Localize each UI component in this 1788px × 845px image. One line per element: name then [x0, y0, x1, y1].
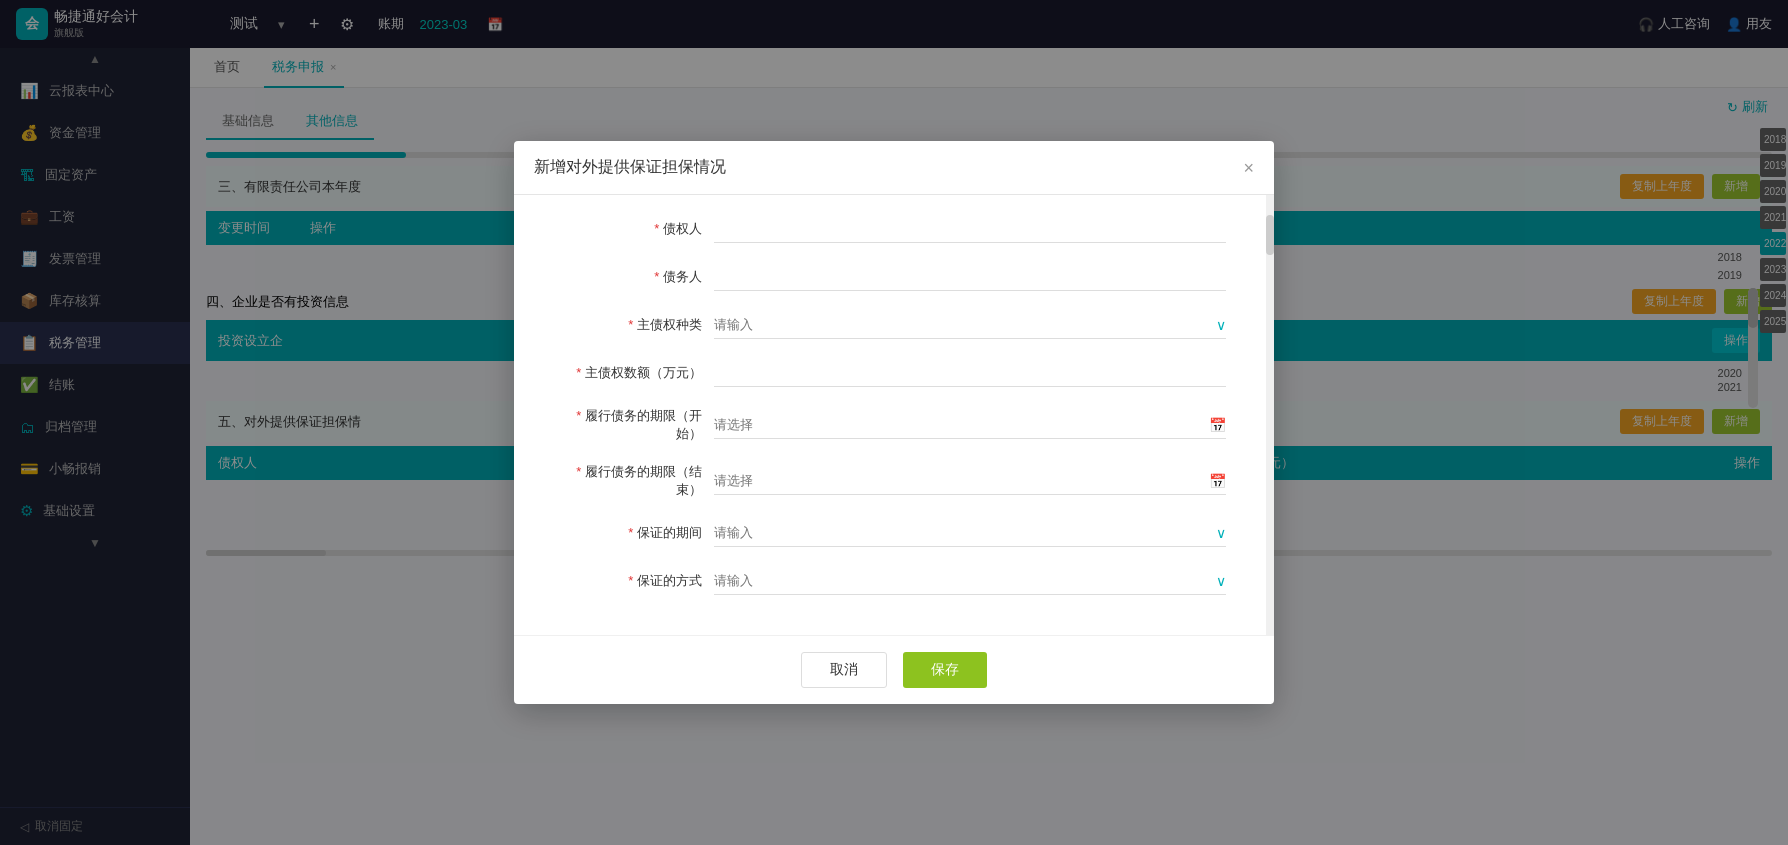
period-start-calendar-icon[interactable]: 📅 [1209, 417, 1226, 433]
debtor-label: * 债务人 [554, 268, 714, 286]
claim-type-input[interactable] [714, 311, 1216, 338]
guarantee-period-input[interactable] [714, 519, 1216, 546]
modal-dialog: 新增对外提供保证担保情况 × * 债权人 * 债务人 [514, 141, 1274, 704]
modal-body: * 债权人 * 债务人 * 主债权种 [514, 195, 1266, 635]
period-end-input[interactable] [714, 467, 1209, 494]
period-start-date-wrap: 📅 [714, 411, 1226, 439]
claim-amount-label: * 主债权数额（万元） [554, 364, 714, 382]
claim-type-label: * 主债权种类 [554, 316, 714, 334]
guarantee-method-label: * 保证的方式 [554, 572, 714, 590]
save-button[interactable]: 保存 [903, 652, 987, 688]
creditor-input[interactable] [714, 215, 1226, 243]
guarantee-period-select-wrap: ∨ [714, 519, 1226, 547]
modal-header: 新增对外提供保证担保情况 × [514, 141, 1274, 195]
form-row-creditor: * 债权人 [554, 215, 1226, 243]
claim-type-select-wrap: ∨ [714, 311, 1226, 339]
cancel-button[interactable]: 取消 [801, 652, 887, 688]
period-end-date-wrap: 📅 [714, 467, 1226, 495]
period-start-label: * 履行债务的期限（开始） [554, 407, 714, 443]
modal-footer: 取消 保存 [514, 635, 1274, 704]
claim-amount-input[interactable] [714, 359, 1226, 387]
modal-overlay: 新增对外提供保证担保情况 × * 债权人 * 债务人 [0, 0, 1788, 845]
form-row-claim-type: * 主债权种类 ∨ [554, 311, 1226, 339]
period-end-label: * 履行债务的期限（结束） [554, 463, 714, 499]
guarantee-method-arrow-icon[interactable]: ∨ [1216, 573, 1226, 589]
guarantee-period-arrow-icon[interactable]: ∨ [1216, 525, 1226, 541]
creditor-label: * 债权人 [554, 220, 714, 238]
form-row-guarantee-period: * 保证的期间 ∨ [554, 519, 1226, 547]
modal-scroll-thumb [1266, 215, 1274, 255]
form-row-period-start: * 履行债务的期限（开始） 📅 [554, 407, 1226, 443]
form-row-claim-amount: * 主债权数额（万元） [554, 359, 1226, 387]
modal-title: 新增对外提供保证担保情况 [534, 157, 726, 178]
form-row-debtor: * 债务人 [554, 263, 1226, 291]
modal-close-button[interactable]: × [1243, 159, 1254, 177]
guarantee-period-label: * 保证的期间 [554, 524, 714, 542]
period-start-input[interactable] [714, 411, 1209, 438]
guarantee-method-input[interactable] [714, 567, 1216, 594]
form-row-guarantee-method: * 保证的方式 ∨ [554, 567, 1226, 595]
claim-type-arrow-icon[interactable]: ∨ [1216, 317, 1226, 333]
modal-scroll-track[interactable] [1266, 195, 1274, 635]
guarantee-method-select-wrap: ∨ [714, 567, 1226, 595]
form-row-period-end: * 履行债务的期限（结束） 📅 [554, 463, 1226, 499]
period-end-calendar-icon[interactable]: 📅 [1209, 473, 1226, 489]
debtor-input[interactable] [714, 263, 1226, 291]
